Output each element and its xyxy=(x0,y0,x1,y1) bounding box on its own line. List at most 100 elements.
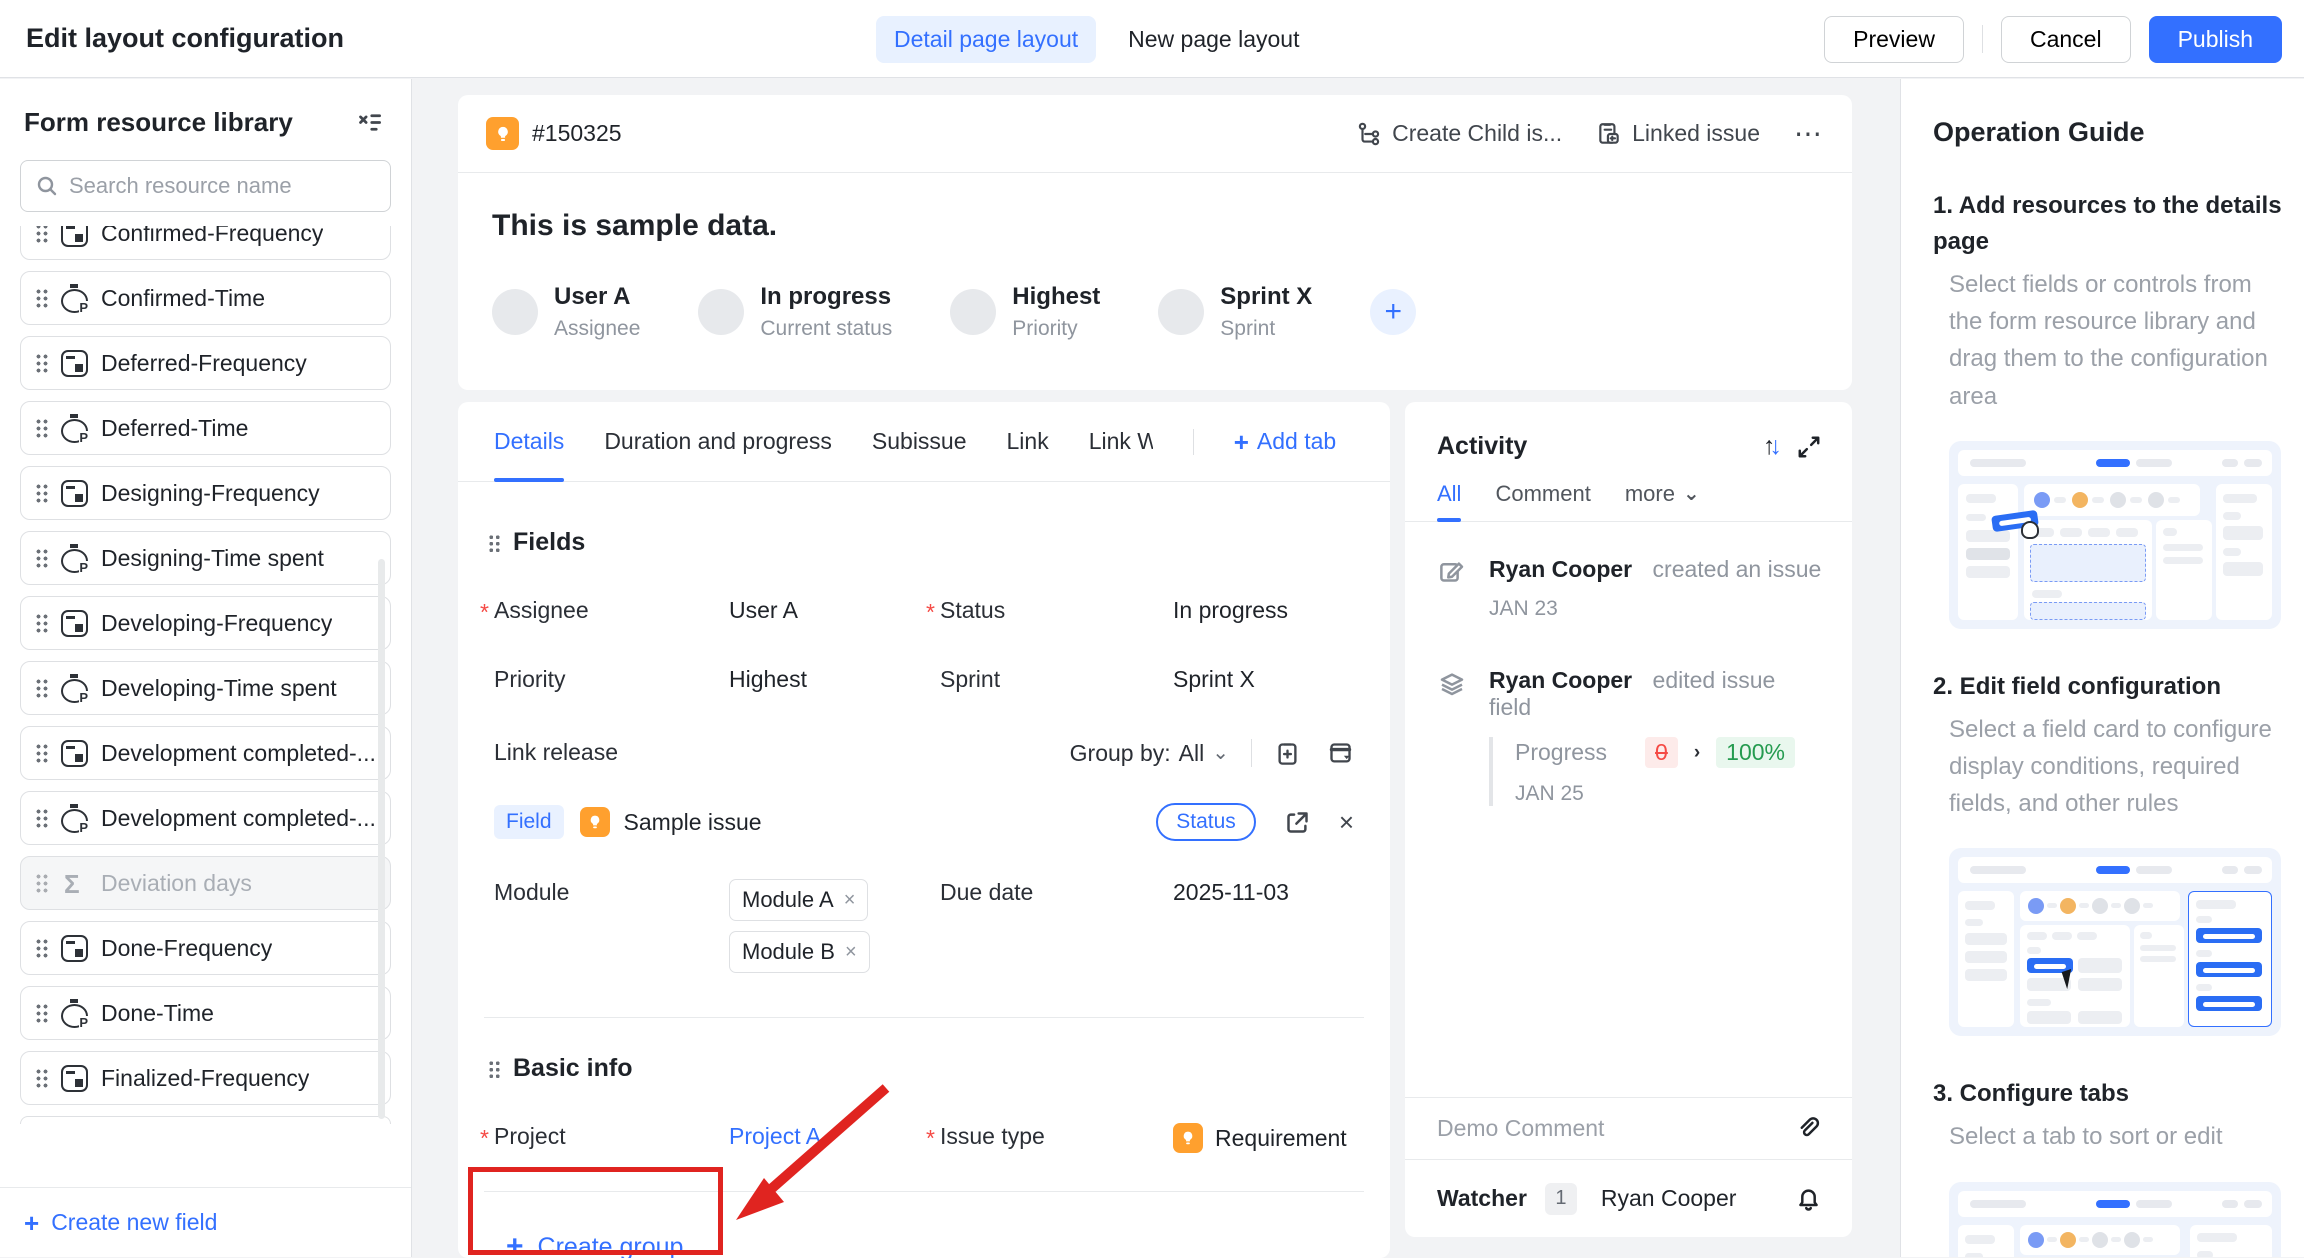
list-item[interactable]: Done-Frequency xyxy=(20,921,391,975)
view-settings-icon[interactable] xyxy=(1327,740,1354,767)
open-in-new-icon[interactable] xyxy=(1284,809,1311,836)
drag-handle-icon[interactable] xyxy=(35,742,48,764)
sort-order-icon[interactable]: ↑↓ xyxy=(1763,432,1782,461)
detail-tab[interactable]: Subissue xyxy=(872,402,967,482)
drag-handle-icon[interactable] xyxy=(35,547,48,569)
drag-handle-icon[interactable] xyxy=(35,612,48,634)
detail-tab[interactable]: Link Wil xyxy=(1089,402,1153,482)
field-label-issue-type[interactable]: Issue type xyxy=(926,1123,1173,1152)
detail-tab[interactable]: Link xyxy=(1007,402,1049,482)
sidebar-scrollbar[interactable] xyxy=(378,559,385,1119)
expand-icon[interactable] xyxy=(1796,434,1822,460)
list-item[interactable]: Development completed-... xyxy=(20,791,391,845)
list-item[interactable]: Done-Time xyxy=(20,986,391,1040)
activity-tab-more[interactable]: more ⌄ xyxy=(1625,481,1700,521)
add-key-field-button[interactable]: + xyxy=(1370,289,1417,335)
list-item[interactable]: Deferred-Frequency xyxy=(20,336,391,390)
drag-handle-icon[interactable] xyxy=(35,417,48,439)
field-change-detail: Progress 0 › 100% JAN 25 xyxy=(1489,737,1822,806)
bell-icon[interactable] xyxy=(1795,1185,1822,1212)
list-item-clipped xyxy=(20,1116,391,1124)
add-tab-button[interactable]: + Add tab xyxy=(1234,428,1336,455)
more-actions-icon[interactable]: ⋯ xyxy=(1794,117,1824,150)
tab-detail-page-layout[interactable]: Detail page layout xyxy=(876,15,1097,63)
detail-tab[interactable]: Details xyxy=(494,402,565,482)
field-label-project[interactable]: Project xyxy=(480,1123,729,1152)
drag-handle-icon[interactable] xyxy=(35,482,48,504)
list-item[interactable]: Deviation days xyxy=(20,856,391,910)
close-icon[interactable]: × xyxy=(1339,807,1354,838)
publish-button[interactable]: Publish xyxy=(2148,15,2282,63)
field-label-due-date[interactable]: Due date xyxy=(940,879,1173,906)
drag-handle-icon[interactable] xyxy=(35,677,48,699)
drag-handle-icon[interactable] xyxy=(35,226,48,244)
field-label-assignee[interactable]: Assignee xyxy=(480,597,729,626)
field-label-priority[interactable]: Priority xyxy=(494,666,729,693)
avatar-icon xyxy=(492,289,538,335)
key-field-chip[interactable]: Highest Priority xyxy=(950,283,1100,341)
drag-handle-icon[interactable] xyxy=(35,937,48,959)
list-item[interactable]: Confirmed-Time xyxy=(20,271,391,325)
module-chip[interactable]: Module A × xyxy=(729,879,869,921)
group-by-dropdown[interactable]: Group by: All ⌄ xyxy=(1070,740,1229,767)
drag-handle-icon[interactable] xyxy=(35,807,48,829)
drag-handle-icon[interactable] xyxy=(35,1067,48,1089)
change-arrow-icon: › xyxy=(1693,741,1701,763)
field-label-module[interactable]: Module xyxy=(494,879,729,906)
list-item[interactable]: Development completed-... xyxy=(20,726,391,780)
drag-handle-icon[interactable] xyxy=(35,872,48,894)
drag-handle-icon[interactable] xyxy=(35,1002,48,1024)
list-item[interactable]: Designing-Frequency xyxy=(20,466,391,520)
key-field-chip[interactable]: User A Assignee xyxy=(492,283,640,341)
preview-button[interactable]: Preview xyxy=(1824,15,1964,63)
frequency-icon xyxy=(61,349,88,377)
key-field-chip[interactable]: In progress Current status xyxy=(698,283,892,341)
cancel-button[interactable]: Cancel xyxy=(2000,15,2131,63)
comment-input[interactable] xyxy=(1437,1115,1795,1142)
activity-user[interactable]: Ryan Cooper xyxy=(1489,667,1632,693)
linked-sample-issue-row[interactable]: Field Sample issue Status × xyxy=(458,803,1390,841)
collapse-library-icon[interactable] xyxy=(356,109,383,136)
remove-chip-icon[interactable]: × xyxy=(844,889,856,912)
list-item[interactable]: Developing-Time spent xyxy=(20,661,391,715)
drag-handle-icon[interactable] xyxy=(488,1059,501,1078)
status-pill-button[interactable]: Status xyxy=(1156,803,1256,841)
key-field-chip[interactable]: Sprint X Sprint xyxy=(1158,283,1312,341)
list-item[interactable]: Deferred-Time xyxy=(20,401,391,455)
fields-section-title: Fields xyxy=(458,482,1390,557)
field-label-link-release[interactable]: Link release xyxy=(494,739,729,766)
field-value-project[interactable]: Project A xyxy=(729,1123,940,1150)
detail-tab[interactable]: Duration and progress xyxy=(604,402,832,482)
attachment-icon[interactable] xyxy=(1795,1115,1822,1142)
topbar-actions: Preview Cancel Publish xyxy=(1824,0,2282,78)
tab-new-page-layout[interactable]: New page layout xyxy=(1110,16,1317,63)
create-child-issue-button[interactable]: Create Child is... xyxy=(1356,120,1562,147)
watcher-name[interactable]: Ryan Cooper xyxy=(1601,1185,1737,1212)
list-item[interactable]: Finalized-Frequency xyxy=(20,1051,391,1105)
create-new-field-button[interactable]: + Create new field xyxy=(24,1209,217,1236)
linked-issue-button[interactable]: Linked issue xyxy=(1596,120,1760,147)
list-item[interactable]: Confirmed-Frequency xyxy=(20,226,391,260)
field-label-status[interactable]: Status xyxy=(926,597,1173,626)
drag-handle-icon[interactable] xyxy=(488,533,501,552)
watcher-count-badge: 1 xyxy=(1544,1182,1577,1215)
list-item[interactable]: Designing-Time spent xyxy=(20,531,391,585)
guide-illustration-2 xyxy=(1949,848,2281,1037)
add-linked-item-icon[interactable] xyxy=(1274,740,1301,767)
new-value: 100% xyxy=(1716,737,1795,768)
module-chip[interactable]: Module B × xyxy=(729,931,870,973)
drag-handle-icon[interactable] xyxy=(35,352,48,374)
list-item-label: Development completed-... xyxy=(101,739,376,766)
remove-chip-icon[interactable]: × xyxy=(845,941,857,964)
search-input[interactable] xyxy=(69,173,376,199)
field-label-sprint[interactable]: Sprint xyxy=(940,666,1173,693)
create-group-button[interactable]: + Create group xyxy=(506,1232,1390,1258)
time-icon xyxy=(61,284,88,314)
activity-tab[interactable]: All xyxy=(1437,481,1462,522)
activity-user[interactable]: Ryan Cooper xyxy=(1489,556,1632,582)
topbar: Edit layout configuration Detail page la… xyxy=(0,0,2304,78)
activity-tab[interactable]: Comment xyxy=(1495,481,1590,521)
activity-date: JAN 23 xyxy=(1489,597,1558,620)
drag-handle-icon[interactable] xyxy=(35,287,48,309)
list-item[interactable]: Developing-Frequency xyxy=(20,596,391,650)
